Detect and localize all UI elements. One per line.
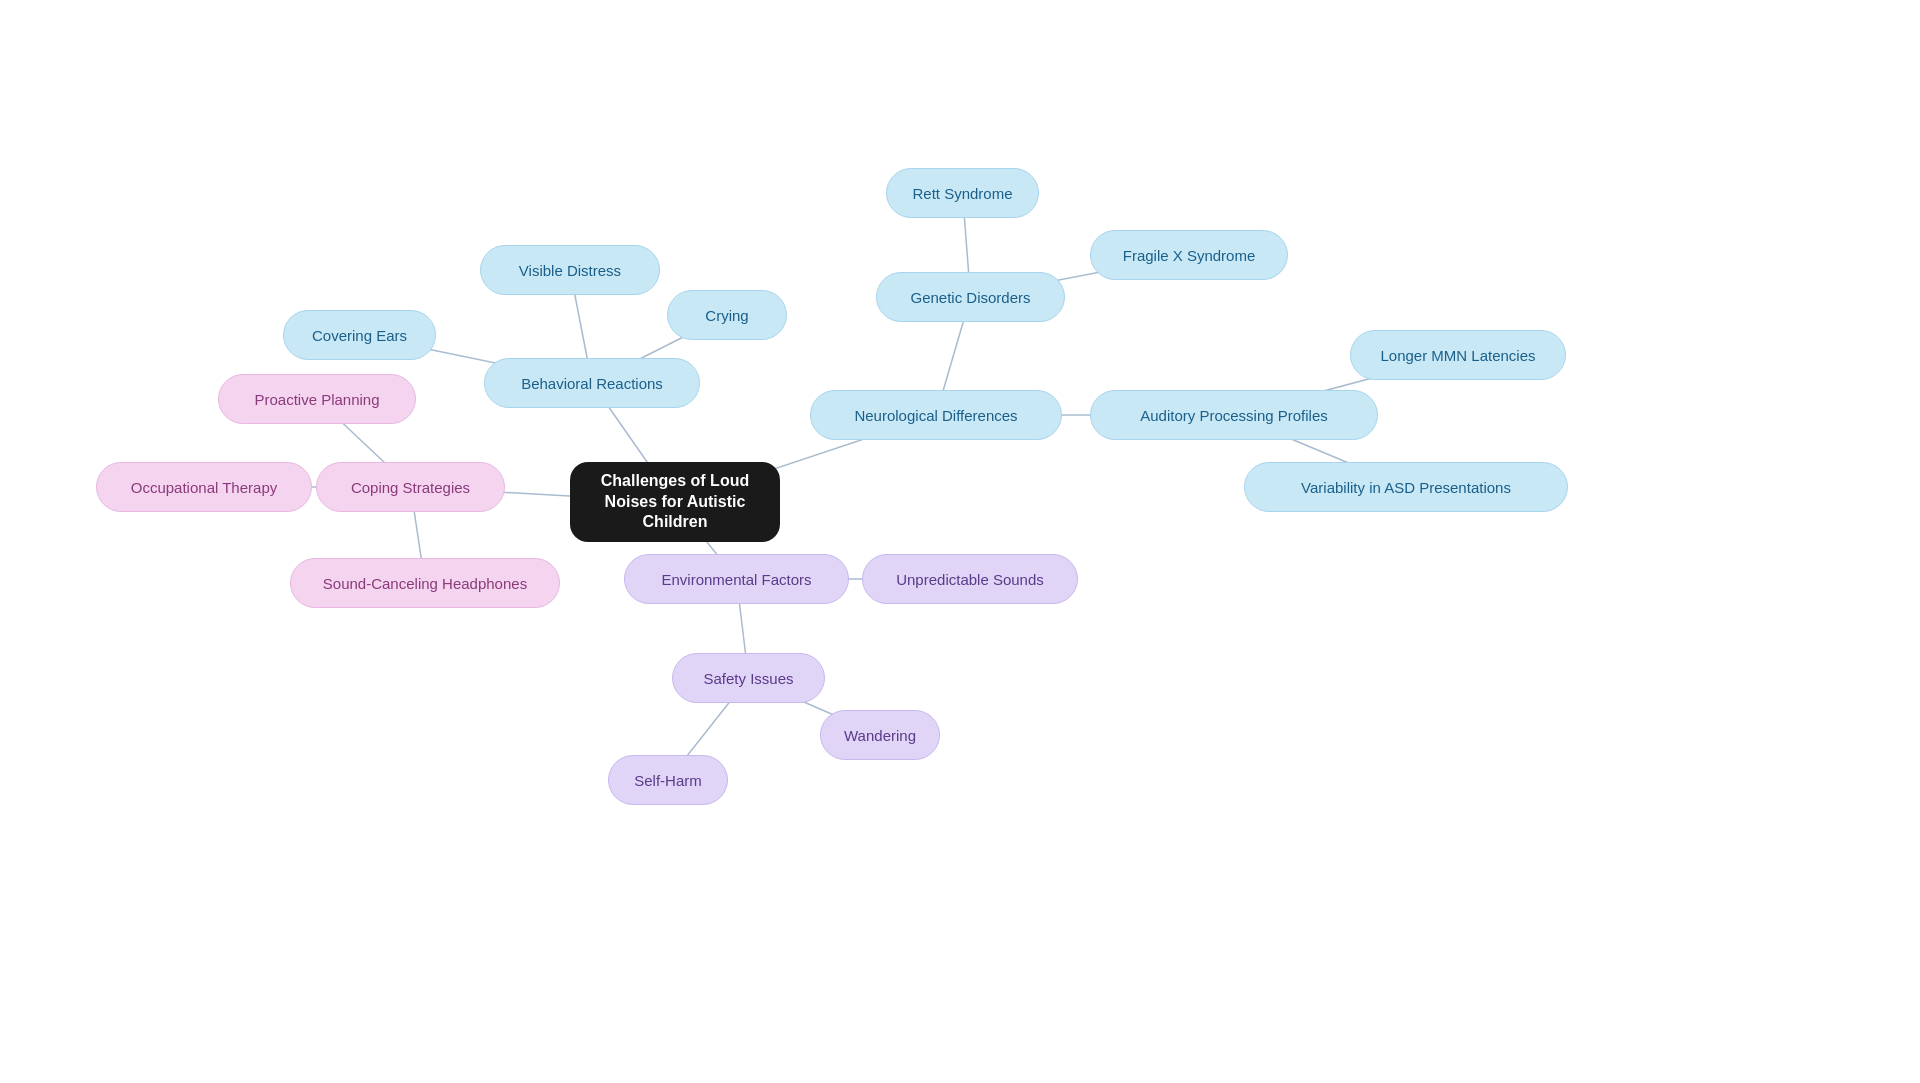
node-proactive-planning[interactable]: Proactive Planning (218, 374, 416, 424)
node-environmental-factors[interactable]: Environmental Factors (624, 554, 849, 604)
mind-map-container: Challenges of Loud Noises for Autistic C… (0, 0, 1920, 1083)
node-crying[interactable]: Crying (667, 290, 787, 340)
node-fragile-x[interactable]: Fragile X Syndrome (1090, 230, 1288, 280)
node-genetic-disorders[interactable]: Genetic Disorders (876, 272, 1065, 322)
node-longer-mmn[interactable]: Longer MMN Latencies (1350, 330, 1566, 380)
node-covering-ears[interactable]: Covering Ears (283, 310, 436, 360)
node-coping-strategies[interactable]: Coping Strategies (316, 462, 505, 512)
node-neurological-differences[interactable]: Neurological Differences (810, 390, 1062, 440)
node-occupational-therapy[interactable]: Occupational Therapy (96, 462, 312, 512)
node-variability-asd[interactable]: Variability in ASD Presentations (1244, 462, 1568, 512)
node-sound-canceling[interactable]: Sound-Canceling Headphones (290, 558, 560, 608)
node-auditory-processing[interactable]: Auditory Processing Profiles (1090, 390, 1378, 440)
node-safety-issues[interactable]: Safety Issues (672, 653, 825, 703)
node-center[interactable]: Challenges of Loud Noises for Autistic C… (570, 462, 780, 542)
node-self-harm[interactable]: Self-Harm (608, 755, 728, 805)
connections-svg (0, 0, 1920, 1083)
node-wandering[interactable]: Wandering (820, 710, 940, 760)
node-behavioral-reactions[interactable]: Behavioral Reactions (484, 358, 700, 408)
node-rett-syndrome[interactable]: Rett Syndrome (886, 168, 1039, 218)
node-visible-distress[interactable]: Visible Distress (480, 245, 660, 295)
node-unpredictable-sounds[interactable]: Unpredictable Sounds (862, 554, 1078, 604)
